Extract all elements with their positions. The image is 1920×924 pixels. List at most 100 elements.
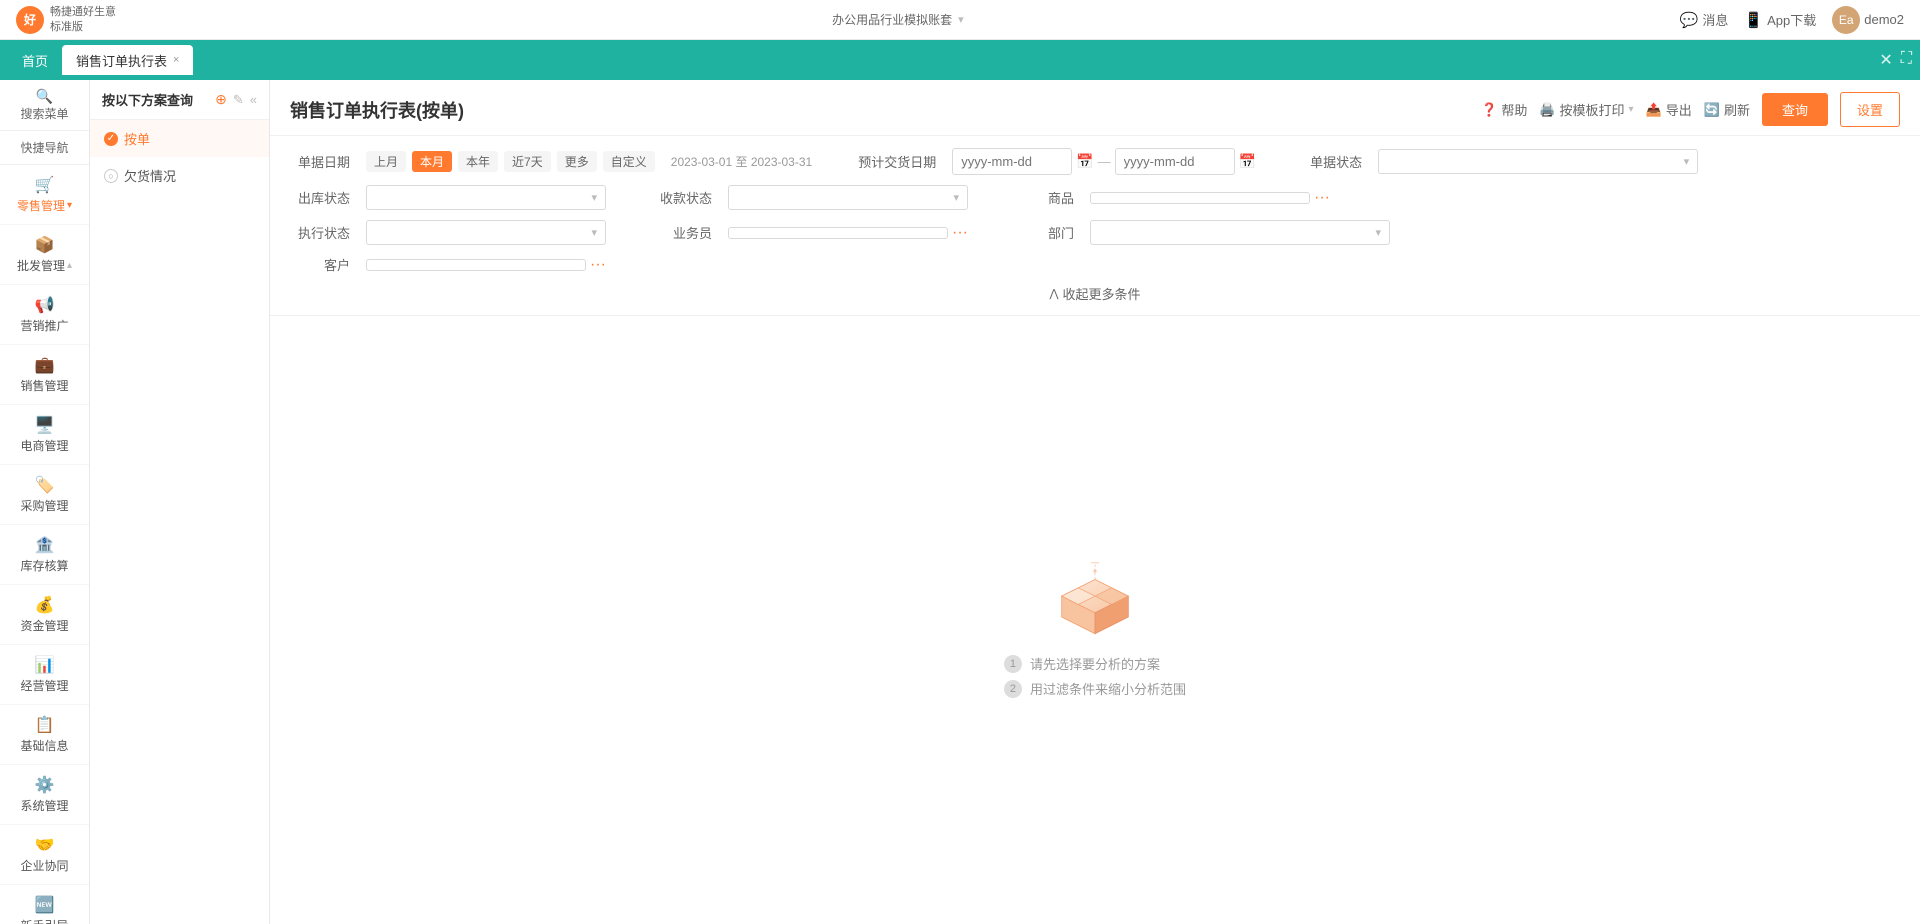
message-btn[interactable]: 💬 消息 xyxy=(1680,10,1729,29)
outbound-label: 出库状态 xyxy=(290,188,350,207)
date-tag-7days[interactable]: 近7天 xyxy=(504,151,551,172)
date-label: 单据日期 xyxy=(290,152,350,171)
receipt-select[interactable]: ▾ xyxy=(728,185,968,210)
enterprise-icon: 🤝 xyxy=(35,835,55,855)
customer-label: 客户 xyxy=(290,255,350,274)
date-tag-more[interactable]: 更多 xyxy=(557,151,597,172)
outbound-chevron-icon: ▾ xyxy=(591,191,597,204)
dept-chevron-icon: ▾ xyxy=(1375,226,1381,239)
execution-label: 执行状态 xyxy=(290,223,350,242)
sidebar-item-retail[interactable]: 🛒 零售管理 ▾ xyxy=(0,165,89,225)
top-bar-right: 💬 消息 📱 App下载 Ea demo2 xyxy=(1680,6,1904,34)
filter-row-1: 单据日期 上月 本月 本年 近7天 更多 自定义 2023-03-01 至 20… xyxy=(290,148,1900,175)
date-separator: — xyxy=(1098,154,1111,169)
edit-scheme-icon[interactable]: ✎ xyxy=(233,92,244,108)
sidebar-item-inventory[interactable]: 🏦 库存核算 xyxy=(0,525,89,585)
add-scheme-icon[interactable]: ⊕ xyxy=(215,91,227,108)
finance-icon: 💰 xyxy=(35,595,55,615)
setup-button[interactable]: 设置 xyxy=(1840,92,1900,127)
tab-sales-order[interactable]: 销售订单执行表 × xyxy=(62,45,193,75)
goods-input[interactable] xyxy=(1090,192,1310,204)
customer-control: ··· xyxy=(366,256,606,274)
user-avatar-btn[interactable]: Ea demo2 xyxy=(1832,6,1904,34)
print-btn[interactable]: 🖨️ 按模板打印 xyxy=(1539,100,1633,119)
system-icon: ⚙️ xyxy=(35,775,55,795)
sidebar-item-enterprise[interactable]: 🤝 企业协同 xyxy=(0,825,89,885)
sidebar-item-system[interactable]: ⚙️ 系统管理 xyxy=(0,765,89,825)
date-range-display: 2023-03-01 至 2023-03-31 xyxy=(671,153,812,170)
staff-more-icon[interactable]: ··· xyxy=(952,224,968,242)
logo-icon: 好 xyxy=(16,6,44,34)
export-btn[interactable]: 📤 导出 xyxy=(1646,100,1692,119)
inventory-icon: 🏦 xyxy=(35,535,55,555)
main-content: 销售订单执行表(按单) ❓ 帮助 🖨️ 按模板打印 📤 导出 xyxy=(270,80,1920,924)
execution-select[interactable]: ▾ xyxy=(366,220,606,245)
download-icon: 📱 xyxy=(1744,11,1763,29)
logo-text: 畅捷通好生意 标准版 xyxy=(50,5,116,34)
sub-sidebar-actions: ⊕ ✎ « xyxy=(215,91,257,108)
date-tag-thismonth[interactable]: 本月 xyxy=(412,151,452,172)
date-tag-group: 上月 本月 本年 近7天 更多 自定义 xyxy=(366,151,655,172)
date-tag-lastmonth[interactable]: 上月 xyxy=(366,151,406,172)
maximize-icon[interactable]: ⛶ xyxy=(1901,50,1912,70)
inactive-scheme-dot: ○ xyxy=(104,169,118,183)
expected-date-to[interactable] xyxy=(1115,148,1235,175)
sidebar-item-sales[interactable]: 💼 销售管理 xyxy=(0,345,89,405)
goods-more-icon[interactable]: ··· xyxy=(1314,189,1330,207)
sidebar-item-finance[interactable]: 💰 资金管理 xyxy=(0,585,89,645)
tab-home[interactable]: 首页 xyxy=(8,45,62,75)
app-download-btn[interactable]: 📱 App下载 xyxy=(1744,10,1816,29)
refresh-icon: 🔄 xyxy=(1704,102,1720,118)
close-all-tabs-icon[interactable]: ✕ xyxy=(1879,50,1892,70)
status-label: 单据状态 xyxy=(1302,152,1362,171)
purchase-icon: 🏷️ xyxy=(35,475,55,495)
sidebar-item-newuser[interactable]: 🆕 新手引导 xyxy=(0,885,89,924)
tip-num-1: 1 xyxy=(1004,655,1022,673)
collapse-sidebar-icon[interactable]: « xyxy=(250,92,257,107)
query-button[interactable]: 查询 xyxy=(1762,93,1828,126)
collapse-up-icon: ⋀ xyxy=(1049,287,1058,300)
help-btn[interactable]: ❓ 帮助 xyxy=(1481,100,1527,119)
empty-illustration xyxy=(1045,542,1145,642)
newuser-icon: 🆕 xyxy=(35,895,55,915)
sidebar-search[interactable]: 🔍 搜索菜单 xyxy=(0,80,89,131)
sidebar-item-basic[interactable]: 📋 基础信息 xyxy=(0,705,89,765)
sub-sidebar-item-按单[interactable]: ✓ 按单 xyxy=(90,120,269,157)
refresh-btn[interactable]: 🔄 刷新 xyxy=(1704,100,1750,119)
outbound-select[interactable]: ▾ xyxy=(366,185,606,210)
dept-label: 部门 xyxy=(1014,223,1074,242)
expected-date-label: 预计交货日期 xyxy=(858,152,936,171)
dept-select[interactable]: ▾ xyxy=(1090,220,1390,245)
status-chevron-icon: ▾ xyxy=(1684,155,1690,168)
customer-more-icon[interactable]: ··· xyxy=(590,256,606,274)
expected-date-from[interactable] xyxy=(952,148,1072,175)
status-select[interactable]: ▾ xyxy=(1378,149,1698,174)
staff-input[interactable] xyxy=(728,227,948,239)
empty-tips: 1 请先选择要分析的方案 2 用过滤条件来缩小分析范围 xyxy=(1004,654,1186,698)
marketing-icon: 📢 xyxy=(35,295,55,315)
sidebar-item-operation[interactable]: 📊 经营管理 xyxy=(0,645,89,705)
center-dropdown-icon[interactable] xyxy=(958,13,964,26)
sub-sidebar-header: 按以下方案查询 ⊕ ✎ « xyxy=(90,80,269,120)
calendar-from-icon: 📅 xyxy=(1076,153,1093,170)
tab-bar-actions: ✕ ⛶ xyxy=(1879,50,1912,70)
avatar: Ea xyxy=(1832,6,1860,34)
table-area: 1 请先选择要分析的方案 2 用过滤条件来缩小分析范围 xyxy=(270,316,1920,924)
export-icon: 📤 xyxy=(1646,102,1662,118)
tab-close-icon[interactable]: × xyxy=(173,54,179,66)
receipt-label: 收款状态 xyxy=(652,188,712,207)
date-tag-thisyear[interactable]: 本年 xyxy=(458,151,498,172)
top-bar-left: 好 畅捷通好生意 标准版 xyxy=(16,5,116,34)
tip-num-2: 2 xyxy=(1004,680,1022,698)
sidebar-item-purchase[interactable]: 🏷️ 采购管理 xyxy=(0,465,89,525)
top-bar-center: 办公用品行业模拟账套 xyxy=(832,11,964,28)
customer-input[interactable] xyxy=(366,259,586,271)
sidebar-item-marketing[interactable]: 📢 营销推广 xyxy=(0,285,89,345)
sidebar-item-ecommerce[interactable]: 🖥️ 电商管理 xyxy=(0,405,89,465)
sub-sidebar-item-欠货情况[interactable]: ○ 欠货情况 xyxy=(90,157,269,194)
sidebar-nav[interactable]: 快捷导航 xyxy=(0,131,89,165)
filter-row-3: 执行状态 ▾ 业务员 ··· 部门 ▾ xyxy=(290,220,1900,245)
collapse-btn[interactable]: ⋀ 收起更多条件 xyxy=(290,284,1900,303)
sidebar-item-wholesale[interactable]: 📦 批发管理 ▴ xyxy=(0,225,89,285)
date-tag-custom[interactable]: 自定义 xyxy=(603,151,655,172)
